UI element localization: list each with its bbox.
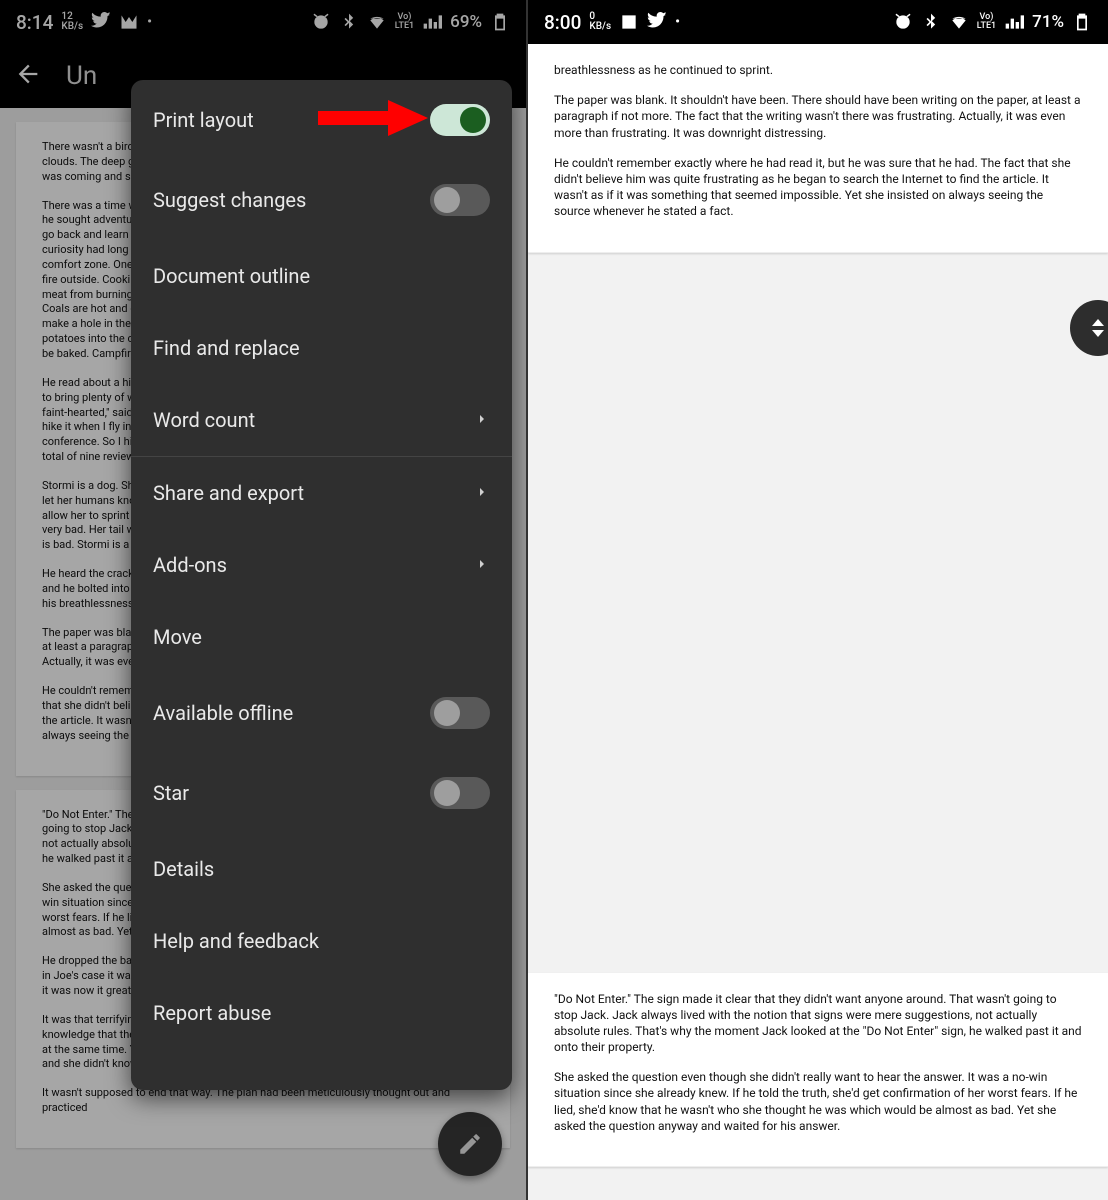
menu-label: Share and export (153, 481, 304, 505)
menu-share-export[interactable]: Share and export (131, 457, 512, 529)
wifi-icon (949, 12, 969, 32)
paragraph: "Do Not Enter." The sign made it clear t… (554, 991, 1082, 1056)
doc-page-top: breathlessness as he continued to sprint… (528, 44, 1108, 253)
menu-available-offline[interactable]: Available offline (131, 673, 512, 753)
menu-move[interactable]: Move (131, 601, 512, 673)
twitter-icon (647, 12, 667, 32)
menu-label: Document outline (153, 264, 310, 288)
toggle-print-layout[interactable] (430, 104, 490, 136)
chevron-right-icon (474, 481, 490, 505)
menu-label: Move (153, 625, 202, 649)
menu-label: Find and replace (153, 336, 300, 360)
menu-report-abuse[interactable]: Report abuse (131, 977, 512, 1049)
screen-right: 8:00 0KB/s • Vo)LTE1 71% breathlessness … (528, 0, 1108, 1200)
menu-star[interactable]: Star (131, 753, 512, 833)
menu-details[interactable]: Details (131, 833, 512, 905)
menu-find-replace[interactable]: Find and replace (131, 312, 512, 384)
scroll-up-icon (1092, 319, 1104, 326)
battery-icon (1072, 12, 1092, 32)
status-speed: 0KB/s (589, 12, 611, 32)
image-icon (619, 12, 639, 32)
dot-icon: • (675, 14, 680, 30)
chevron-right-icon (474, 408, 490, 432)
menu-label: Help and feedback (153, 929, 319, 953)
paragraph: The paper was blank. It shouldn't have b… (554, 92, 1082, 141)
menu-label: Print layout (153, 108, 254, 132)
signal-icon (1004, 12, 1024, 32)
document-surface-right[interactable]: breathlessness as he continued to sprint… (528, 44, 1108, 1200)
menu-label: Add-ons (153, 553, 227, 577)
menu-word-count[interactable]: Word count (131, 384, 512, 457)
menu-help-feedback[interactable]: Help and feedback (131, 905, 512, 977)
screen-left: 8:14 12KB/s • Vo)LTE1 69% Un There wasn'… (0, 0, 528, 1200)
paragraph: He couldn't remember exactly where he ha… (554, 155, 1082, 220)
toggle-star[interactable] (430, 777, 490, 809)
alarm-icon (893, 12, 913, 32)
menu-label: Word count (153, 408, 255, 432)
overflow-menu: Print layout Suggest changes Document ou… (131, 80, 512, 1090)
battery-percent: 71% (1032, 12, 1064, 32)
menu-label: Details (153, 857, 214, 881)
lte-icon: Vo)LTE1 (977, 13, 996, 31)
scroll-down-icon (1092, 330, 1104, 337)
chevron-right-icon (474, 553, 490, 577)
menu-label: Suggest changes (153, 188, 306, 212)
doc-page-bottom: "Do Not Enter." The sign made it clear t… (528, 973, 1108, 1168)
status-time: 8:00 (544, 11, 581, 34)
menu-label: Star (153, 781, 189, 805)
paragraph: She asked the question even though she d… (554, 1069, 1082, 1134)
bluetooth-icon (921, 12, 941, 32)
paragraph: breathlessness as he continued to sprint… (554, 62, 1082, 78)
menu-label: Report abuse (153, 1001, 271, 1025)
menu-print-layout[interactable]: Print layout (131, 80, 512, 160)
toggle-suggest[interactable] (430, 184, 490, 216)
menu-label: Available offline (153, 701, 293, 725)
menu-suggest-changes[interactable]: Suggest changes (131, 160, 512, 240)
status-bar-right: 8:00 0KB/s • Vo)LTE1 71% (528, 0, 1108, 44)
toggle-offline[interactable] (430, 697, 490, 729)
menu-addons[interactable]: Add-ons (131, 529, 512, 601)
menu-document-outline[interactable]: Document outline (131, 240, 512, 312)
